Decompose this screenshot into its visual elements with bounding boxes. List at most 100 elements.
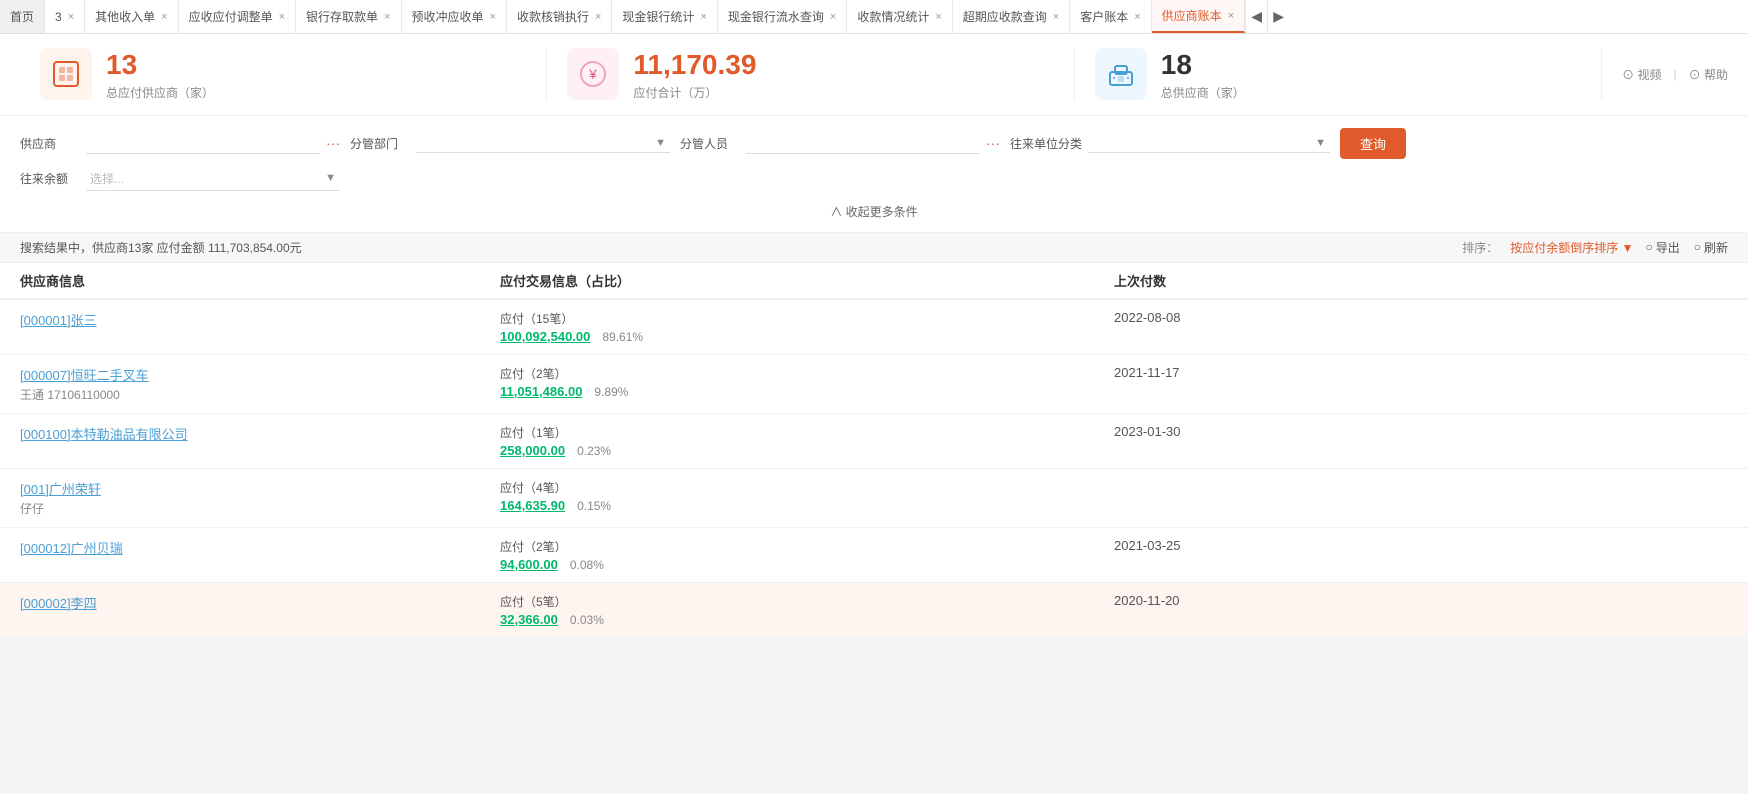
trans-amount-link-5[interactable]: 94,600.00 [500, 557, 558, 572]
table-row: [000007]恒旺二手叉车 王通 17106110000 应付（2笔） 11,… [0, 355, 1748, 414]
nav-tab-adjust-label: 应收应付调整单 [189, 8, 273, 25]
close-icon[interactable]: × [1134, 11, 1140, 23]
category-chevron-down-icon: ▼ [1315, 137, 1326, 149]
filter-balance: 往来余额 选择... ▼ [20, 167, 340, 191]
nav-tab-overdue-label: 超期应收款查询 [963, 8, 1047, 25]
nav-prev-arrow[interactable]: ◀ [1245, 0, 1267, 33]
export-button[interactable]: ○ 导出 [1645, 239, 1679, 256]
supplier-filter-input[interactable] [86, 133, 320, 154]
total-suppliers-value: 18 [1161, 48, 1245, 82]
top-navigation: 首页 3 × 其他收入单 × 应收应付调整单 × 银行存取款单 × 预收冲应收单… [0, 0, 1748, 34]
category-filter-select[interactable]: ▼ [1088, 134, 1330, 153]
filter-collapse-button[interactable]: ∧ 收起更多条件 [20, 199, 1728, 224]
nav-tab-prepay[interactable]: 预收冲应收单 × [402, 0, 507, 33]
nav-tab-supplier-book-label: 供应商账本 [1162, 7, 1222, 24]
category-filter-label: 往来单位分类 [1010, 135, 1082, 152]
supplier-cell-3: [000100]本特勒油品有限公司 [20, 424, 500, 443]
filter-row-1: 供应商 ··· 分管部门 ▼ 分管人员 ··· 往来单位分类 ▼ 查询 [20, 128, 1728, 159]
total-suppliers-icon [1095, 48, 1147, 100]
nav-tab-other-income-label: 其他收入单 [95, 8, 155, 25]
nav-tab-customer-book[interactable]: 客户账本 × [1070, 0, 1151, 33]
trans-amount-link-6[interactable]: 32,366.00 [500, 612, 558, 627]
close-icon[interactable]: × [68, 11, 74, 23]
supplier-link-5[interactable]: [000012]广州贝瑞 [20, 541, 123, 556]
supplier-cell-4: [001]广州荣轩 仔仔 [20, 479, 500, 517]
payable-total-label: 应付合计（万） [633, 84, 756, 101]
supplier-filter-label: 供应商 [20, 135, 80, 152]
supplier-link-2[interactable]: [000007]恒旺二手叉车 [20, 368, 149, 383]
close-icon[interactable]: × [161, 11, 167, 23]
nav-tab-receipt-stat-label: 收款情况统计 [857, 8, 929, 25]
nav-tab-verify[interactable]: 收款核销执行 × [507, 0, 612, 33]
close-icon[interactable]: × [279, 11, 285, 23]
supplier-cell-6: [000002]李四 [20, 593, 500, 612]
total-suppliers-label: 总供应商（家） [1161, 84, 1245, 101]
payable-total-icon: ¥ [567, 48, 619, 100]
result-bar: 搜索结果中，供应商13家 应付金额 111,703,854.00元 排序： 按应… [0, 233, 1748, 263]
nav-tab-bank[interactable]: 银行存取款单 × [296, 0, 401, 33]
close-icon[interactable]: × [830, 11, 836, 23]
last-pay-cell-6: 2020-11-20 [1114, 593, 1728, 608]
query-button[interactable]: 查询 [1340, 128, 1406, 159]
nav-tab-receipt-stat[interactable]: 收款情况统计 × [847, 0, 952, 33]
payable-suppliers-icon [40, 48, 92, 100]
close-icon[interactable]: × [700, 11, 706, 23]
nav-next-arrow[interactable]: ▶ [1267, 0, 1289, 33]
table-row: [000001]张三 应付（15笔） 100,092,540.00 89.61%… [0, 300, 1748, 355]
table-row: [000012]广州贝瑞 应付（2笔） 94,600.00 0.08% 2021… [0, 528, 1748, 583]
nav-tab-bank-label: 银行存取款单 [306, 8, 378, 25]
last-pay-cell-2: 2021-11-17 [1114, 365, 1728, 380]
nav-tab-other-income[interactable]: 其他收入单 × [85, 0, 178, 33]
close-icon[interactable]: × [595, 11, 601, 23]
supplier-link-3[interactable]: [000100]本特勒油品有限公司 [20, 427, 188, 442]
person-filter-dots[interactable]: ··· [986, 135, 1000, 151]
nav-tab-prepay-label: 预收冲应收单 [412, 8, 484, 25]
nav-tab-supplier-book[interactable]: 供应商账本 × [1152, 0, 1245, 33]
close-icon[interactable]: × [1053, 11, 1059, 23]
nav-tab-cash-flow[interactable]: 现金银行流水查询 × [718, 0, 847, 33]
filter-section: 供应商 ··· 分管部门 ▼ 分管人员 ··· 往来单位分类 ▼ 查询 [0, 116, 1748, 233]
summary-card-payable-suppliers: 13 总应付供应商（家） [20, 48, 547, 101]
refresh-button[interactable]: ○ 刷新 [1694, 239, 1728, 256]
trans-cell-2: 应付（2笔） 11,051,486.00 9.89% [500, 365, 1114, 399]
balance-filter-select[interactable]: 选择... ▼ [86, 167, 340, 191]
nav-tab-home[interactable]: 首页 [0, 0, 45, 33]
close-icon[interactable]: × [935, 11, 941, 23]
last-pay-cell-5: 2021-03-25 [1114, 538, 1728, 553]
supplier-link-6[interactable]: [000002]李四 [20, 596, 97, 611]
dept-chevron-down-icon: ▼ [655, 137, 666, 149]
sort-button[interactable]: 按应付余额倒序排序 ▼ [1510, 239, 1633, 256]
nav-tab-cash-stat[interactable]: 现金银行统计 × [612, 0, 717, 33]
dept-filter-select[interactable]: ▼ [416, 134, 670, 153]
person-filter-input[interactable] [746, 133, 980, 154]
help-link[interactable]: ⊙ 帮助 [1689, 66, 1728, 83]
close-icon[interactable]: × [1228, 10, 1234, 22]
supplier-link-1[interactable]: [000001]张三 [20, 313, 97, 328]
trans-amount-link-3[interactable]: 258,000.00 [500, 443, 565, 458]
table-row: [001]广州荣轩 仔仔 应付（4笔） 164,635.90 0.15% [0, 469, 1748, 528]
nav-tab-adjust[interactable]: 应收应付调整单 × [179, 0, 296, 33]
nav-tab-3-label: 3 [55, 10, 62, 24]
result-summary-text: 搜索结果中，供应商13家 应付金额 111,703,854.00元 [20, 239, 302, 256]
supplier-cell-1: [000001]张三 [20, 310, 500, 329]
balance-select-placeholder: 选择... [90, 170, 325, 187]
filter-category: 往来单位分类 ▼ [1010, 134, 1330, 153]
supplier-link-4[interactable]: [001]广州荣轩 [20, 482, 101, 497]
trans-amount-link-4[interactable]: 164,635.90 [500, 498, 565, 513]
summary-section: 13 总应付供应商（家） ¥ 11,170.39 应付合计（万） [0, 34, 1748, 116]
nav-tab-cash-stat-label: 现金银行统计 [622, 8, 694, 25]
trans-amount-link-1[interactable]: 100,092,540.00 [500, 329, 590, 344]
video-link[interactable]: ⊙ 视频 [1622, 66, 1661, 83]
summary-card-total-suppliers: 18 总供应商（家） [1075, 48, 1602, 101]
balance-filter-label: 往来余额 [20, 170, 80, 187]
last-pay-cell-1: 2022-08-08 [1114, 310, 1728, 325]
close-icon[interactable]: × [490, 11, 496, 23]
payable-suppliers-label: 总应付供应商（家） [106, 84, 214, 101]
close-icon[interactable]: × [384, 11, 390, 23]
nav-tab-overdue[interactable]: 超期应收款查询 × [953, 0, 1070, 33]
filter-row-2: 往来余额 选择... ▼ [20, 167, 1728, 191]
nav-tab-3[interactable]: 3 × [45, 0, 85, 33]
trans-cell-6: 应付（5笔） 32,366.00 0.03% [500, 593, 1114, 627]
supplier-filter-dots[interactable]: ··· [326, 135, 340, 151]
trans-amount-link-2[interactable]: 11,051,486.00 [500, 384, 582, 399]
